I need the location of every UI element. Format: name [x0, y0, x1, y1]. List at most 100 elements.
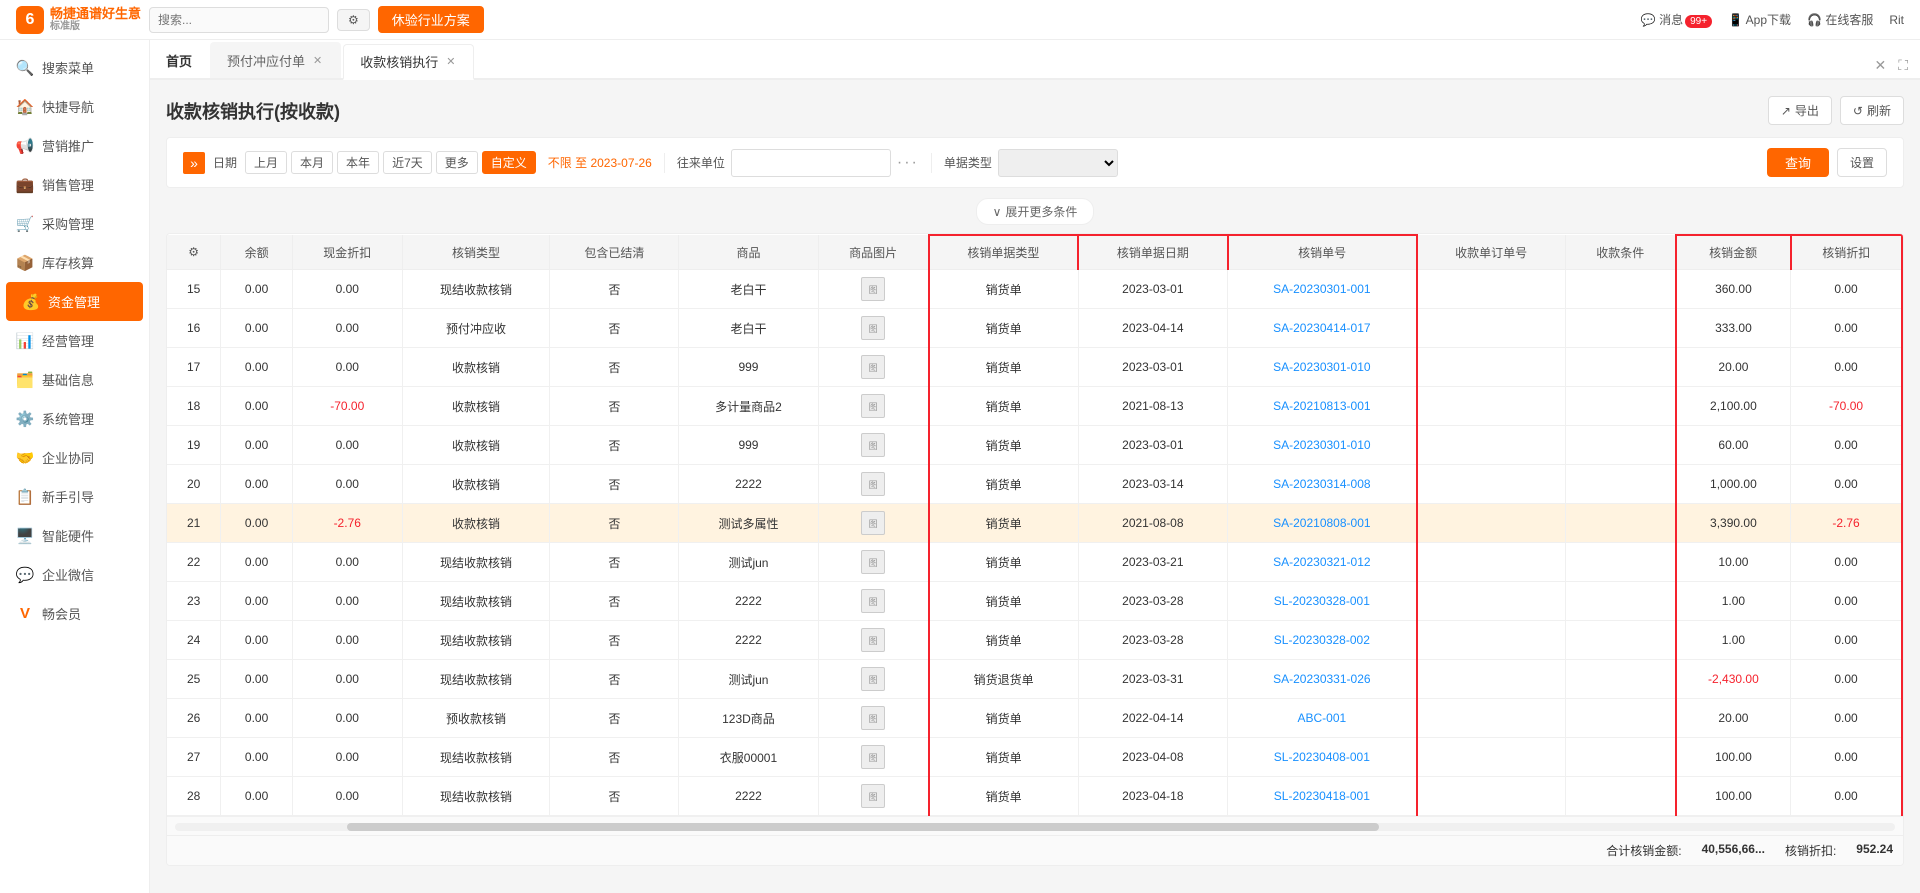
tab-collection-close[interactable]: ✕: [444, 54, 457, 69]
td-balance: 0.00: [221, 426, 293, 465]
sidebar-item-vip[interactable]: V 畅会员: [0, 594, 149, 633]
sidebar-item-system[interactable]: ⚙️ 系统管理: [0, 399, 149, 438]
settings-gear-btn[interactable]: ⚙: [337, 9, 370, 31]
td-receipt-order: [1417, 465, 1566, 504]
table-row: 27 0.00 0.00 现结收款核销 否 衣服00001 图 销货单 2023…: [167, 738, 1902, 777]
td-wo-date: 2021-08-13: [1078, 387, 1227, 426]
wo-no-link[interactable]: SL-20230328-001: [1274, 594, 1370, 608]
filter-from-unit-input[interactable]: [731, 149, 891, 177]
table-row: 17 0.00 0.00 收款核销 否 999 图 销货单 2023-03-01…: [167, 348, 1902, 387]
td-wo-type: 销货单: [929, 348, 1078, 387]
sidebar-item-finance[interactable]: 💰 资金管理: [6, 282, 143, 321]
wo-no-link[interactable]: SA-20210813-001: [1273, 399, 1370, 413]
query-btn[interactable]: 查询: [1767, 148, 1829, 177]
td-receipt-cond: [1565, 426, 1676, 465]
marketing-icon: 📢: [16, 137, 34, 155]
td-type: 现结收款核销: [402, 621, 550, 660]
filter-btn-last-month[interactable]: 上月: [245, 151, 287, 174]
wo-no-link[interactable]: SA-20210808-001: [1273, 516, 1370, 530]
td-receipt-order: [1417, 387, 1566, 426]
smart-hw-icon: 🖥️: [16, 527, 34, 545]
td-type: 现结收款核销: [402, 582, 550, 621]
online-service-btn[interactable]: 🎧 在线客服: [1807, 11, 1873, 28]
table-scrollbar[interactable]: [175, 823, 1895, 831]
td-cash-discount: 0.00: [292, 270, 402, 309]
tab-home[interactable]: 首页: [150, 42, 208, 78]
message-icon[interactable]: 💬 消息99+: [1641, 11, 1712, 28]
sidebar-item-quicknav[interactable]: 🏠 快捷导航: [0, 87, 149, 126]
page-actions: ↗ 导出 ↺ 刷新: [1768, 96, 1904, 125]
th-type: 核销类型: [402, 235, 550, 270]
td-wo-date: 2023-04-18: [1078, 777, 1227, 816]
industry-solution-btn[interactable]: 休验行业方案: [378, 6, 484, 33]
td-cash-discount: 0.00: [292, 309, 402, 348]
filter-btn-this-month[interactable]: 本月: [291, 151, 333, 174]
tab-prepay-close[interactable]: ✕: [311, 53, 324, 68]
tab-prepay[interactable]: 预付冲应付单 ✕: [210, 42, 341, 78]
sidebar-item-enterprise[interactable]: 🤝 企业协同: [0, 438, 149, 477]
td-wo-type: 销货单: [929, 504, 1078, 543]
wo-no-link[interactable]: SA-20230314-008: [1273, 477, 1370, 491]
wo-no-link[interactable]: SL-20230418-001: [1274, 789, 1370, 803]
td-wo-discount: 0.00: [1791, 660, 1902, 699]
sidebar-item-search[interactable]: 🔍 搜索菜单: [0, 48, 149, 87]
wo-no-link[interactable]: SA-20230414-017: [1273, 321, 1370, 335]
tab-close-all-btn[interactable]: ✕: [1870, 53, 1890, 78]
app-download-btn[interactable]: 📱 App下载: [1728, 11, 1791, 28]
filter-expand-btn[interactable]: »: [183, 152, 205, 174]
wo-no-link[interactable]: SL-20230328-002: [1274, 633, 1370, 647]
filter-btn-custom[interactable]: 自定义: [482, 151, 536, 174]
purchase-icon: 🛒: [16, 215, 34, 233]
td-no: 20: [167, 465, 221, 504]
user-name[interactable]: Rit: [1889, 13, 1904, 27]
sidebar-item-sales[interactable]: 💼 销售管理: [0, 165, 149, 204]
td-wo-amount: 1,000.00: [1676, 465, 1791, 504]
sidebar-item-basic[interactable]: 🗂️ 基础信息: [0, 360, 149, 399]
td-goods: 测试jun: [679, 660, 818, 699]
sidebar-label-search: 搜索菜单: [42, 58, 94, 77]
expand-more-conditions-btn[interactable]: ∨ 展开更多条件: [976, 198, 1095, 225]
sidebar-item-operation[interactable]: 📊 经营管理: [0, 321, 149, 360]
table-scroll-thumb: [347, 823, 1379, 831]
td-balance: 0.00: [221, 699, 293, 738]
td-receipt-cond: [1565, 543, 1676, 582]
tab-maximize-btn[interactable]: ⛶: [1894, 53, 1912, 78]
filter-btn-this-year[interactable]: 本年: [337, 151, 379, 174]
filter-btn-more[interactable]: 更多: [436, 151, 478, 174]
sidebar-item-wechat[interactable]: 💬 企业微信: [0, 555, 149, 594]
sidebar-item-inventory[interactable]: 📦 库存核算: [0, 243, 149, 282]
wo-no-link[interactable]: ABC-001: [1297, 711, 1346, 725]
filter-settings-btn[interactable]: 设置: [1837, 148, 1887, 177]
table-row: 26 0.00 0.00 预收款核销 否 123D商品 图 销货单 2022-0…: [167, 699, 1902, 738]
td-balance: 0.00: [221, 348, 293, 387]
td-receipt-cond: [1565, 504, 1676, 543]
export-btn[interactable]: ↗ 导出: [1768, 96, 1832, 125]
filter-order-type-select[interactable]: [998, 149, 1118, 177]
sidebar-item-marketing[interactable]: 📢 营销推广: [0, 126, 149, 165]
td-wo-date: 2023-03-31: [1078, 660, 1227, 699]
wo-no-link[interactable]: SA-20230331-026: [1273, 672, 1370, 686]
wo-no-link[interactable]: SA-20230301-001: [1273, 282, 1370, 296]
wo-no-link[interactable]: SL-20230408-001: [1274, 750, 1370, 764]
td-balance: 0.00: [221, 543, 293, 582]
sidebar-item-purchase[interactable]: 🛒 采购管理: [0, 204, 149, 243]
refresh-btn[interactable]: ↺ 刷新: [1840, 96, 1904, 125]
refresh-label: 刷新: [1867, 102, 1891, 119]
td-wo-no: SA-20230414-017: [1228, 309, 1417, 348]
wo-no-link[interactable]: SA-20230321-012: [1273, 555, 1370, 569]
filter-btn-7days[interactable]: 近7天: [383, 151, 432, 174]
top-search-input[interactable]: [149, 7, 329, 33]
tab-collection[interactable]: 收款核销执行 ✕: [343, 44, 474, 80]
sidebar-item-smart-hw[interactable]: 🖥️ 智能硬件: [0, 516, 149, 555]
wo-no-link[interactable]: SA-20230301-010: [1273, 438, 1370, 452]
th-settings[interactable]: ⚙: [167, 235, 221, 270]
expand-more-row: ∨ 展开更多条件: [166, 198, 1904, 225]
sidebar-label-purchase: 采购管理: [42, 214, 94, 233]
td-wo-type: 销货单: [929, 621, 1078, 660]
wo-no-link[interactable]: SA-20230301-010: [1273, 360, 1370, 374]
th-receipt-order: 收款单订单号: [1417, 235, 1566, 270]
td-wo-discount: 0.00: [1791, 582, 1902, 621]
sidebar-item-guide[interactable]: 📋 新手引导: [0, 477, 149, 516]
td-no: 21: [167, 504, 221, 543]
td-type: 预收款核销: [402, 699, 550, 738]
